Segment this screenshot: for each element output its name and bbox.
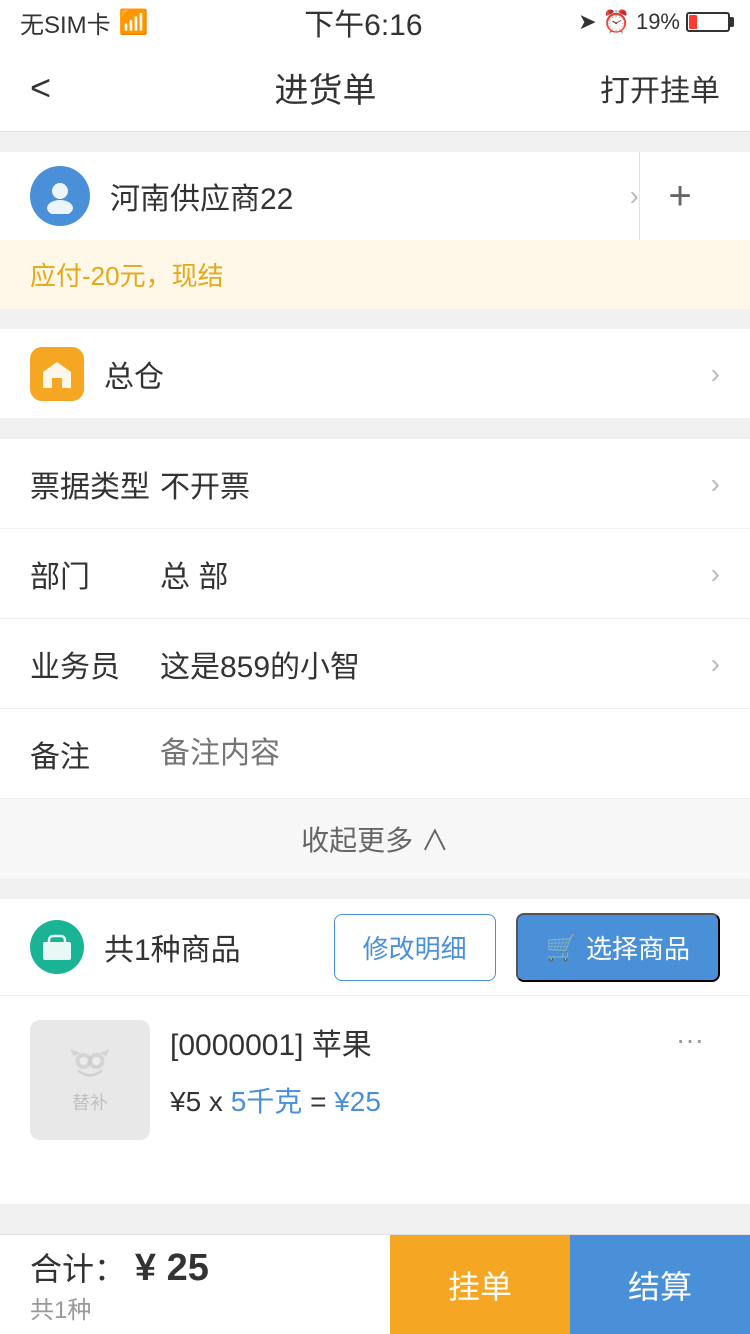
salesperson-value: 这是859的小智 bbox=[160, 642, 711, 686]
product-info: [0000001] 苹果 ¥5 x 5千克 = ¥25 bbox=[170, 1020, 640, 1140]
edit-detail-button[interactable]: 修改明细 bbox=[334, 914, 496, 981]
product-equals: = bbox=[310, 1086, 334, 1117]
status-right: ➤ ⏰ 19% bbox=[578, 9, 730, 35]
invoice-type-row[interactable]: 票据类型 不开票 › bbox=[0, 439, 750, 529]
total-value: ¥ 25 bbox=[135, 1247, 209, 1289]
total-count: 共1种 bbox=[30, 1290, 360, 1325]
product-price-row: ¥5 x 5千克 = ¥25 bbox=[170, 1080, 640, 1120]
bottom-bar: 合计： ¥ 25 共1种 挂单 结算 bbox=[0, 1234, 750, 1334]
department-row[interactable]: 部门 总 部 › bbox=[0, 529, 750, 619]
alarm-icon: ⏰ bbox=[603, 9, 630, 35]
gap-4 bbox=[0, 879, 750, 899]
department-chevron-icon: › bbox=[711, 558, 720, 590]
watermark-text: 替补 bbox=[72, 1089, 108, 1115]
nav-bar: < 进货单 打开挂单 bbox=[0, 44, 750, 132]
add-supplier-button[interactable]: + bbox=[640, 152, 720, 240]
invoice-type-value: 不开票 bbox=[160, 462, 711, 506]
supplier-row[interactable]: 河南供应商22 › bbox=[30, 152, 640, 240]
page-title: 进货单 bbox=[275, 63, 377, 112]
bottom-spacer bbox=[0, 1164, 750, 1204]
remark-row[interactable]: 备注 bbox=[0, 709, 750, 799]
remark-label: 备注 bbox=[30, 732, 160, 776]
product-more-button[interactable]: ··· bbox=[660, 1020, 720, 1140]
checkout-button[interactable]: 结算 bbox=[570, 1235, 750, 1334]
products-header: 共1种商品 修改明细 🛒 选择商品 bbox=[0, 899, 750, 995]
battery-icon bbox=[686, 12, 730, 32]
warehouse-name: 总仓 bbox=[104, 352, 691, 396]
warehouse-icon bbox=[30, 347, 84, 401]
bottom-total: 合计： ¥ 25 共1种 bbox=[0, 1244, 390, 1325]
salesperson-row[interactable]: 业务员 这是859的小智 › bbox=[0, 619, 750, 709]
product-qty: 5千克 bbox=[231, 1086, 303, 1117]
invoice-type-label: 票据类型 bbox=[30, 462, 160, 506]
battery-percent: 19% bbox=[636, 9, 680, 35]
product-title: 苹果 bbox=[312, 1029, 372, 1062]
status-left: 无SIM卡 📶 bbox=[20, 5, 149, 40]
chevron-right-icon: › bbox=[630, 180, 639, 212]
department-value: 总 部 bbox=[160, 552, 711, 596]
product-item: 替补 [0000001] 苹果 ¥5 x 5千克 = ¥25 ··· bbox=[0, 995, 750, 1164]
location-icon: ➤ bbox=[578, 9, 596, 35]
warehouse-row[interactable]: 总仓 › bbox=[0, 329, 750, 419]
salesperson-label: 业务员 bbox=[30, 642, 160, 686]
back-button[interactable]: < bbox=[30, 67, 51, 109]
supplier-notice: 应付-20元，现结 bbox=[0, 240, 750, 309]
gap-2 bbox=[0, 309, 750, 329]
department-label: 部门 bbox=[30, 552, 160, 596]
total-label: 合计： bbox=[30, 1251, 126, 1287]
product-thumbnail: 替补 bbox=[30, 1020, 150, 1140]
gap-1 bbox=[0, 132, 750, 152]
status-time: 下午6:16 bbox=[304, 0, 422, 44]
product-count-text: 共1种商品 bbox=[104, 925, 314, 969]
product-unit-price: ¥5 x bbox=[170, 1086, 231, 1117]
carrier-label: 无SIM卡 bbox=[20, 5, 111, 40]
select-product-icon: 🛒 bbox=[546, 932, 578, 963]
collapse-label: 收起更多 ∧ bbox=[301, 819, 449, 859]
remark-input[interactable] bbox=[160, 737, 720, 771]
wifi-icon: 📶 bbox=[119, 8, 149, 37]
total-amount: 合计： ¥ 25 bbox=[30, 1244, 360, 1290]
collapse-button[interactable]: 收起更多 ∧ bbox=[0, 799, 750, 879]
status-bar: 无SIM卡 📶 下午6:16 ➤ ⏰ 19% bbox=[0, 0, 750, 44]
salesperson-chevron-icon: › bbox=[711, 648, 720, 680]
invoice-type-chevron-icon: › bbox=[711, 468, 720, 500]
hang-button[interactable]: 挂单 bbox=[390, 1235, 570, 1334]
product-code: [0000001] bbox=[170, 1029, 312, 1062]
supplier-section: 河南供应商22 › + bbox=[0, 152, 750, 240]
supplier-avatar bbox=[30, 166, 90, 226]
select-product-label: 选择商品 bbox=[586, 929, 690, 966]
warehouse-chevron-icon: › bbox=[711, 358, 720, 390]
gap-3 bbox=[0, 419, 750, 439]
select-product-button[interactable]: 🛒 选择商品 bbox=[516, 913, 720, 982]
product-thumb-inner: 替补 bbox=[50, 1045, 130, 1115]
product-name: [0000001] 苹果 bbox=[170, 1020, 640, 1064]
supplier-name: 河南供应商22 bbox=[110, 174, 610, 218]
open-pending-button[interactable]: 打开挂单 bbox=[600, 66, 720, 110]
product-count-icon bbox=[30, 920, 84, 974]
product-total-price: ¥25 bbox=[334, 1086, 381, 1117]
